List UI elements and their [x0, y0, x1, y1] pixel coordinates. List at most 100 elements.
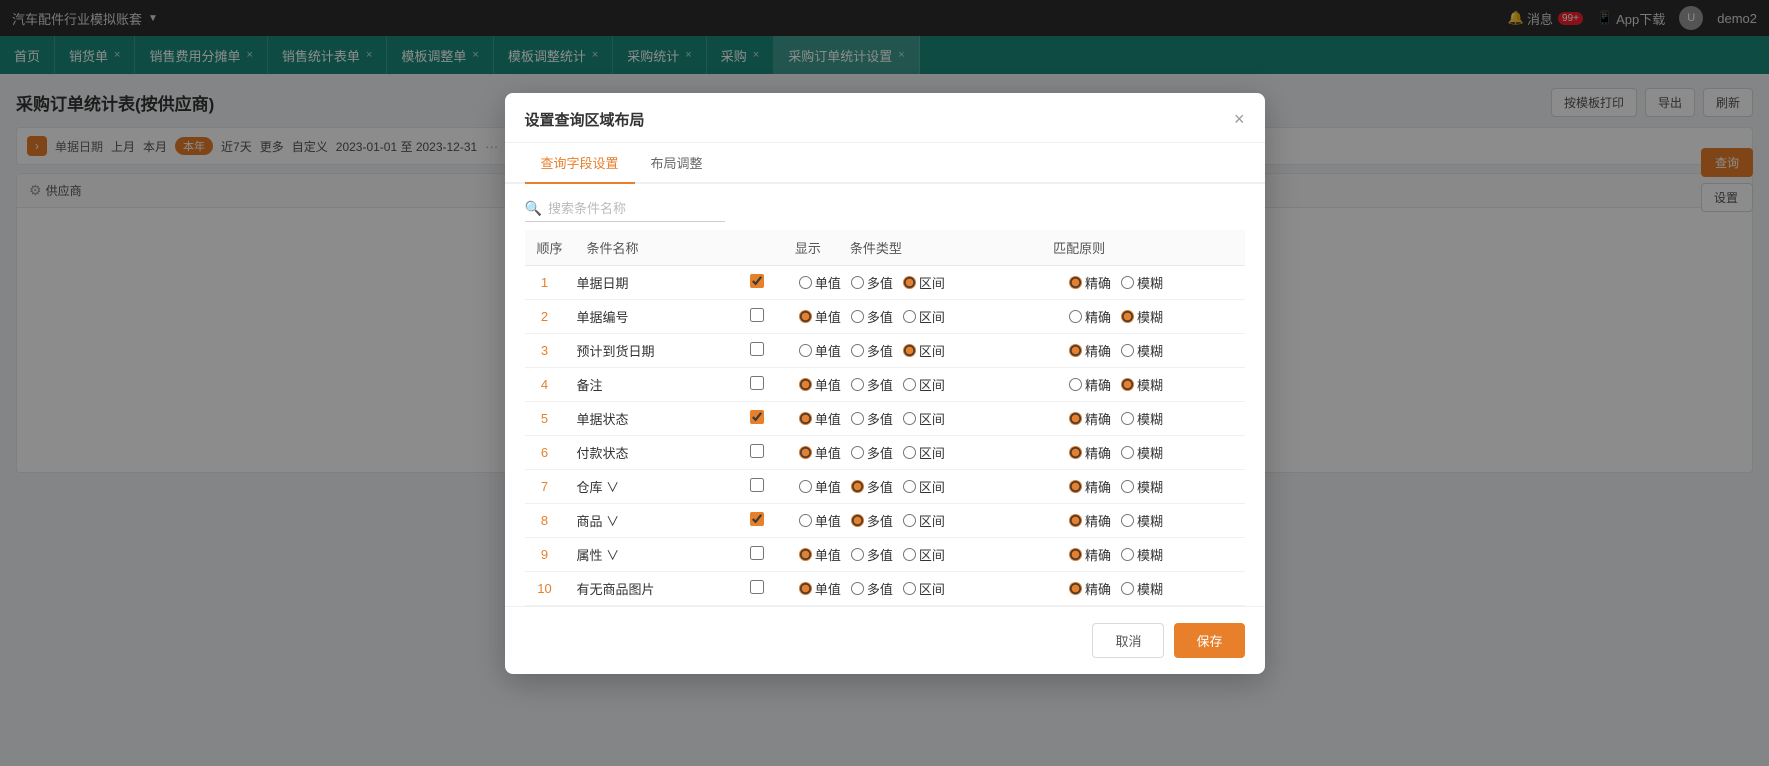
- type-option-区间-5[interactable]: 区间: [903, 409, 945, 428]
- match-option-模糊-4[interactable]: 模糊: [1121, 375, 1163, 394]
- type-radio-多值-6[interactable]: [851, 446, 864, 459]
- match-radio-精确-10[interactable]: [1069, 582, 1082, 595]
- row-display-6[interactable]: [727, 435, 787, 469]
- type-radio-多值-1[interactable]: [851, 276, 864, 289]
- match-radio-精确-2[interactable]: [1069, 310, 1082, 323]
- match-option-模糊-2[interactable]: 模糊: [1121, 307, 1163, 326]
- match-option-模糊-1[interactable]: 模糊: [1121, 273, 1163, 292]
- type-radio-区间-4[interactable]: [903, 378, 916, 391]
- match-option-模糊-3[interactable]: 模糊: [1121, 341, 1163, 360]
- type-option-多值-4[interactable]: 多值: [851, 375, 893, 394]
- type-radio-单值-8[interactable]: [799, 514, 812, 527]
- match-option-模糊-9[interactable]: 模糊: [1121, 545, 1163, 564]
- match-radio-精确-3[interactable]: [1069, 344, 1082, 357]
- type-option-单值-2[interactable]: 单值: [799, 307, 841, 326]
- match-option-模糊-8[interactable]: 模糊: [1121, 511, 1163, 530]
- type-option-多值-6[interactable]: 多值: [851, 443, 893, 462]
- row-display-10[interactable]: [727, 571, 787, 605]
- type-option-区间-2[interactable]: 区间: [903, 307, 945, 326]
- type-option-区间-3[interactable]: 区间: [903, 341, 945, 360]
- type-radio-区间-7[interactable]: [903, 480, 916, 493]
- type-option-单值-4[interactable]: 单值: [799, 375, 841, 394]
- type-option-单值-9[interactable]: 单值: [799, 545, 841, 564]
- display-checkbox-6[interactable]: [750, 444, 764, 458]
- type-option-多值-9[interactable]: 多值: [851, 545, 893, 564]
- cancel-button[interactable]: 取消: [1092, 623, 1164, 658]
- type-radio-多值-9[interactable]: [851, 548, 864, 561]
- row-display-8[interactable]: [727, 503, 787, 537]
- type-radio-单值-4[interactable]: [799, 378, 812, 391]
- type-option-单值-7[interactable]: 单值: [799, 477, 841, 496]
- type-radio-区间-10[interactable]: [903, 582, 916, 595]
- save-button[interactable]: 保存: [1174, 623, 1244, 658]
- match-radio-精确-8[interactable]: [1069, 514, 1082, 527]
- match-option-模糊-7[interactable]: 模糊: [1121, 477, 1163, 496]
- display-checkbox-2[interactable]: [750, 308, 764, 322]
- row-display-7[interactable]: [727, 469, 787, 503]
- type-radio-区间-1[interactable]: [903, 276, 916, 289]
- row-display-5[interactable]: [727, 401, 787, 435]
- type-radio-区间-2[interactable]: [903, 310, 916, 323]
- type-radio-多值-8[interactable]: [851, 514, 864, 527]
- match-radio-精确-4[interactable]: [1069, 378, 1082, 391]
- type-option-多值-3[interactable]: 多值: [851, 341, 893, 360]
- match-radio-模糊-8[interactable]: [1121, 514, 1134, 527]
- match-option-精确-3[interactable]: 精确: [1069, 341, 1111, 360]
- type-radio-单值-10[interactable]: [799, 582, 812, 595]
- search-input[interactable]: [548, 201, 708, 216]
- match-option-精确-1[interactable]: 精确: [1069, 273, 1111, 292]
- match-radio-模糊-5[interactable]: [1121, 412, 1134, 425]
- match-option-精确-6[interactable]: 精确: [1069, 443, 1111, 462]
- type-radio-单值-5[interactable]: [799, 412, 812, 425]
- tab-query-fields[interactable]: 查询字段设置: [525, 143, 635, 184]
- match-radio-模糊-9[interactable]: [1121, 548, 1134, 561]
- match-radio-精确-7[interactable]: [1069, 480, 1082, 493]
- type-option-单值-5[interactable]: 单值: [799, 409, 841, 428]
- type-radio-多值-7[interactable]: [851, 480, 864, 493]
- type-option-单值-8[interactable]: 单值: [799, 511, 841, 530]
- type-option-区间-1[interactable]: 区间: [903, 273, 945, 292]
- match-option-精确-9[interactable]: 精确: [1069, 545, 1111, 564]
- match-option-精确-7[interactable]: 精确: [1069, 477, 1111, 496]
- match-radio-模糊-4[interactable]: [1121, 378, 1134, 391]
- type-option-单值-3[interactable]: 单值: [799, 341, 841, 360]
- type-radio-单值-9[interactable]: [799, 548, 812, 561]
- match-radio-模糊-10[interactable]: [1121, 582, 1134, 595]
- type-option-区间-10[interactable]: 区间: [903, 579, 945, 598]
- row-display-9[interactable]: [727, 537, 787, 571]
- type-radio-单值-1[interactable]: [799, 276, 812, 289]
- match-radio-模糊-7[interactable]: [1121, 480, 1134, 493]
- type-radio-多值-2[interactable]: [851, 310, 864, 323]
- match-radio-精确-1[interactable]: [1069, 276, 1082, 289]
- type-radio-单值-3[interactable]: [799, 344, 812, 357]
- match-radio-模糊-2[interactable]: [1121, 310, 1134, 323]
- display-checkbox-3[interactable]: [750, 342, 764, 356]
- match-radio-模糊-6[interactable]: [1121, 446, 1134, 459]
- type-option-区间-4[interactable]: 区间: [903, 375, 945, 394]
- display-checkbox-7[interactable]: [750, 478, 764, 492]
- display-checkbox-10[interactable]: [750, 580, 764, 594]
- display-checkbox-8[interactable]: [750, 512, 764, 526]
- match-option-精确-8[interactable]: 精确: [1069, 511, 1111, 530]
- type-radio-区间-8[interactable]: [903, 514, 916, 527]
- type-radio-单值-7[interactable]: [799, 480, 812, 493]
- match-option-模糊-5[interactable]: 模糊: [1121, 409, 1163, 428]
- type-radio-多值-4[interactable]: [851, 378, 864, 391]
- type-radio-区间-9[interactable]: [903, 548, 916, 561]
- row-display-4[interactable]: [727, 367, 787, 401]
- match-radio-模糊-3[interactable]: [1121, 344, 1134, 357]
- match-option-精确-5[interactable]: 精确: [1069, 409, 1111, 428]
- type-option-区间-8[interactable]: 区间: [903, 511, 945, 530]
- type-option-区间-7[interactable]: 区间: [903, 477, 945, 496]
- match-radio-模糊-1[interactable]: [1121, 276, 1134, 289]
- row-display-1[interactable]: [727, 266, 787, 300]
- type-option-多值-2[interactable]: 多值: [851, 307, 893, 326]
- match-radio-精确-6[interactable]: [1069, 446, 1082, 459]
- type-option-多值-1[interactable]: 多值: [851, 273, 893, 292]
- type-option-多值-10[interactable]: 多值: [851, 579, 893, 598]
- type-option-多值-8[interactable]: 多值: [851, 511, 893, 530]
- tab-layout[interactable]: 布局调整: [635, 143, 719, 184]
- type-option-单值-1[interactable]: 单值: [799, 273, 841, 292]
- type-option-区间-9[interactable]: 区间: [903, 545, 945, 564]
- type-option-单值-6[interactable]: 单值: [799, 443, 841, 462]
